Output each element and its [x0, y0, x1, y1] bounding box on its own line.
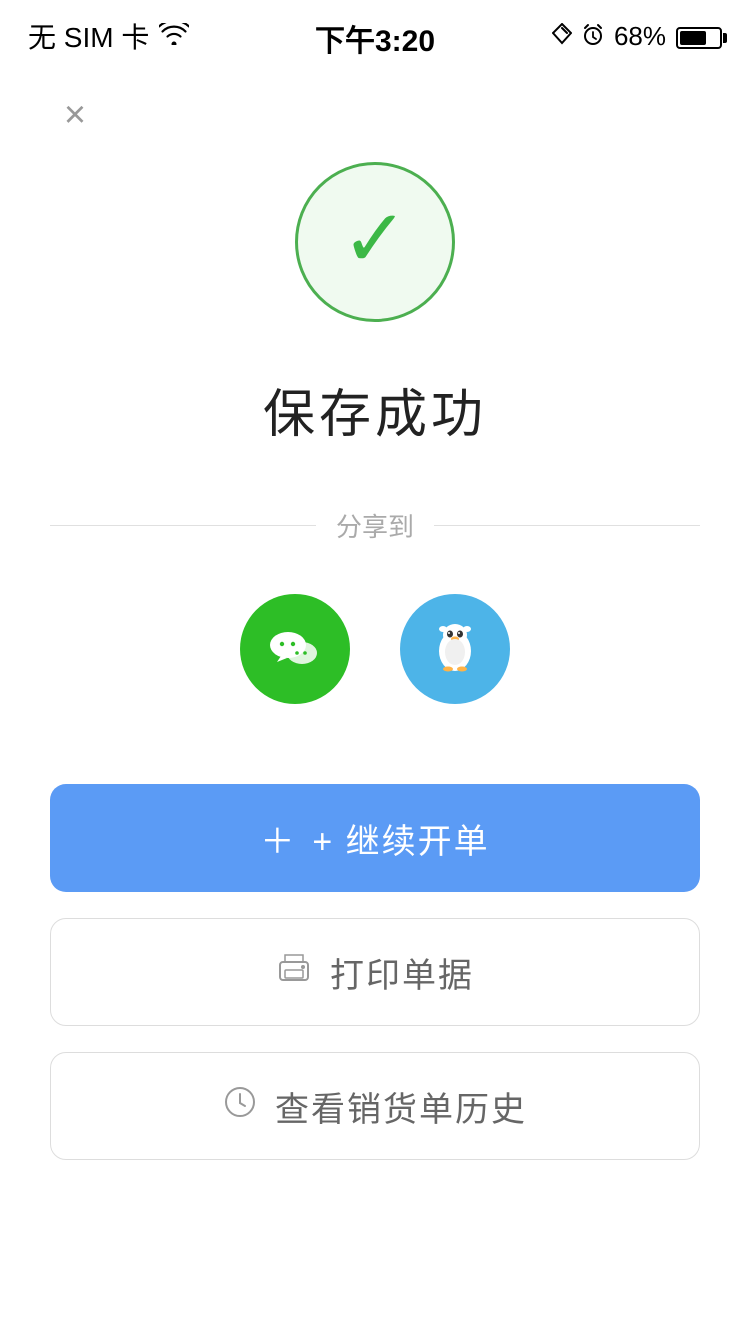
print-label: 打印单据	[330, 948, 474, 997]
buttons-section: ＋ + 继续开单 打印单据 查看销货单历	[50, 784, 700, 1160]
location-icon	[552, 21, 572, 52]
wechat-icon	[261, 615, 329, 683]
close-button[interactable]: ×	[50, 90, 100, 140]
qq-icon	[421, 615, 489, 683]
close-icon: ×	[64, 96, 86, 134]
alarm-icon	[582, 21, 604, 52]
status-left: 无 SIM 卡	[28, 16, 189, 56]
history-icon	[223, 1085, 257, 1128]
battery-percent: 68%	[614, 21, 666, 52]
share-label: 分享到	[336, 507, 414, 544]
success-title: 保存成功	[263, 372, 487, 447]
share-divider-row: 分享到	[50, 507, 700, 544]
history-label: 查看销货单历史	[275, 1082, 527, 1131]
sim-text: 无 SIM 卡	[28, 16, 149, 56]
continue-label: + 继续开单	[312, 814, 489, 863]
battery-icon	[676, 21, 722, 52]
right-divider	[434, 525, 700, 526]
qq-share-button[interactable]	[400, 594, 510, 704]
success-section: ✓ 保存成功	[263, 162, 487, 447]
status-right: 68%	[552, 21, 722, 52]
left-divider	[50, 525, 316, 526]
status-time: 下午3:20	[315, 16, 435, 60]
continue-button[interactable]: ＋ + 继续开单	[50, 784, 700, 892]
main-content: ✓ 保存成功 分享到	[0, 72, 750, 1160]
share-icons-row	[50, 594, 700, 704]
print-icon	[276, 952, 312, 992]
print-button[interactable]: 打印单据	[50, 918, 700, 1026]
wifi-icon	[159, 20, 189, 52]
checkmark-icon: ✓	[341, 199, 408, 279]
success-circle: ✓	[295, 162, 455, 322]
continue-icon: ＋	[260, 814, 294, 863]
share-section: 分享到	[50, 507, 700, 704]
wechat-share-button[interactable]	[240, 594, 350, 704]
history-button[interactable]: 查看销货单历史	[50, 1052, 700, 1160]
status-bar: 无 SIM 卡 下午3:20 68%	[0, 0, 750, 72]
